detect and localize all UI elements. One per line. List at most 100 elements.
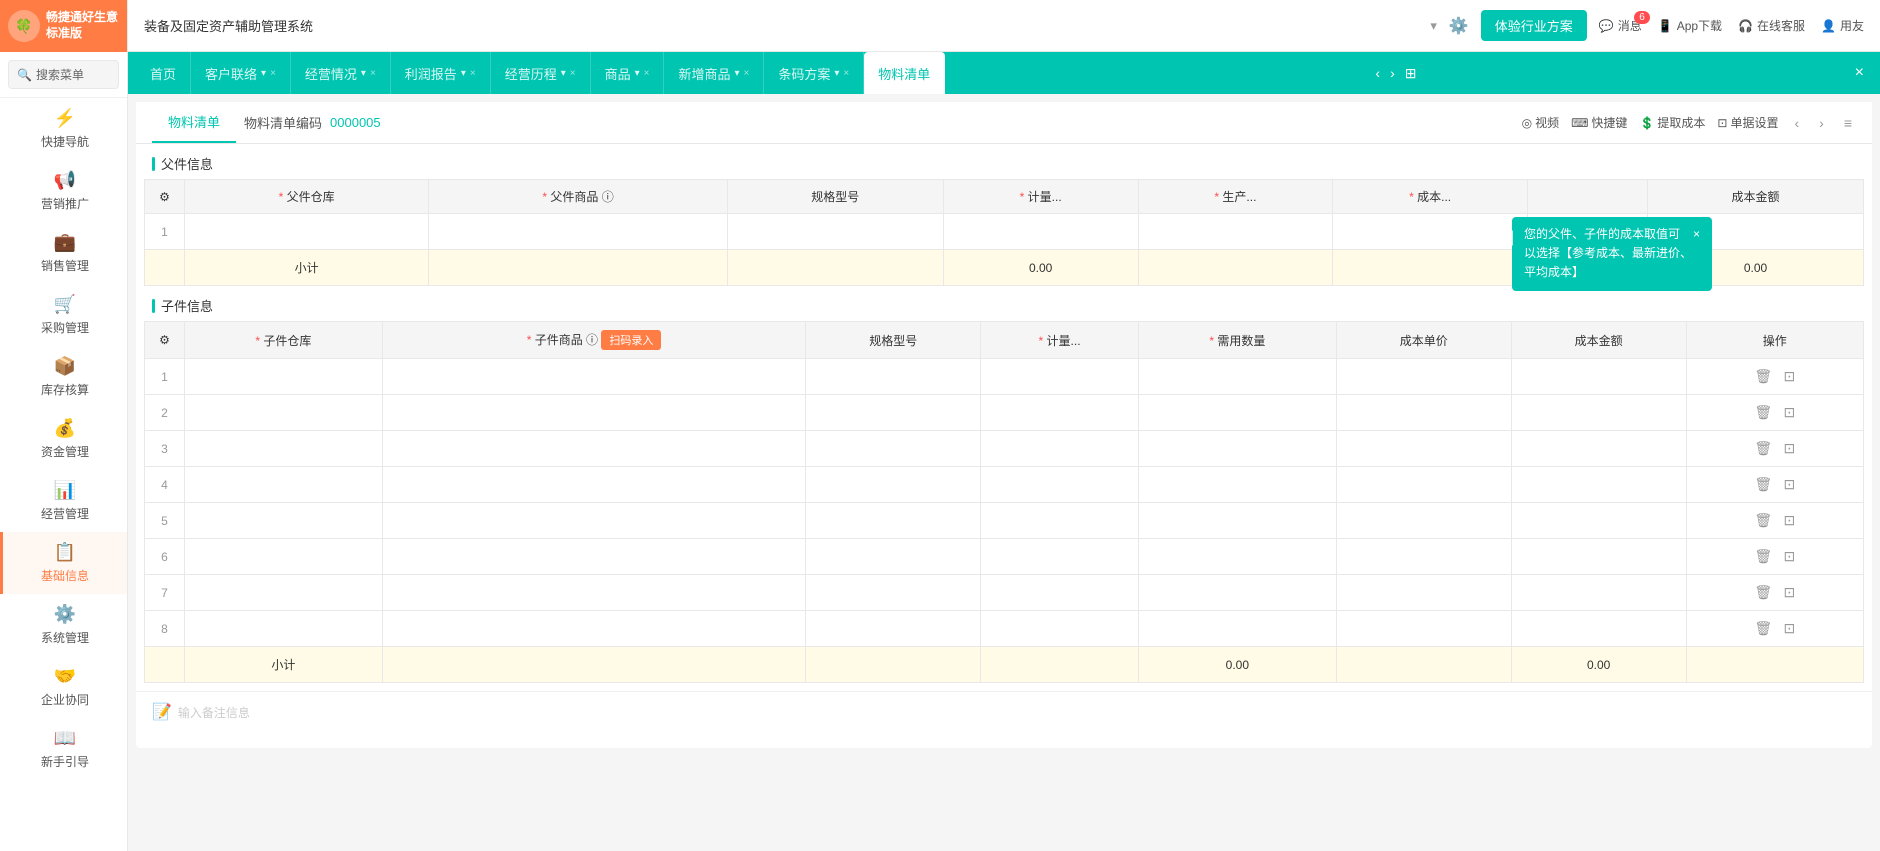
sidebar-item-enterprise[interactable]: 🤝 企业协同 [0, 656, 127, 718]
tab-history-close[interactable]: × [570, 68, 576, 79]
tab-bom[interactable]: 物料清单 [864, 52, 945, 94]
tooltip-close-button[interactable]: × [1693, 225, 1700, 244]
close-tab-button[interactable]: × [1847, 64, 1872, 82]
tab-barcode-close[interactable]: × [843, 68, 849, 79]
child-row-2-unit[interactable] [981, 395, 1139, 431]
child-row-2-unit-cost[interactable] [1336, 395, 1511, 431]
child-row-6-warehouse[interactable] [185, 539, 383, 575]
child-row-3-goods[interactable] [382, 431, 805, 467]
child-row-5-delete-btn[interactable]: 🗑 [1750, 510, 1776, 531]
parent-row-1-goods[interactable] [429, 214, 728, 250]
child-row-5-spec[interactable] [806, 503, 981, 539]
search-menu-button[interactable]: 🔍 搜索菜单 [8, 60, 119, 89]
action-view[interactable]: ◎ 视频 [1522, 114, 1560, 131]
child-row-7-unit[interactable] [981, 575, 1139, 611]
child-row-7-goods[interactable] [382, 575, 805, 611]
child-row-6-delete-btn[interactable]: 🗑 [1750, 546, 1776, 567]
child-row-1-unit-cost[interactable] [1336, 359, 1511, 395]
child-row-2-copy-btn[interactable]: ⊡ [1780, 402, 1800, 423]
parent-row-1-warehouse[interactable] [185, 214, 429, 250]
sub-action-grid[interactable]: ≡ [1840, 113, 1856, 133]
action-cost[interactable]: 💲 提取成本 [1639, 114, 1705, 131]
action-shortcut[interactable]: ⌨ 快捷键 [1571, 114, 1627, 131]
child-row-2-quantity[interactable] [1138, 395, 1336, 431]
parent-row-1-production[interactable] [1138, 214, 1333, 250]
sidebar-item-system[interactable]: ⚙️ 系统管理 [0, 594, 127, 656]
child-row-3-delete-btn[interactable]: 🗑 [1750, 438, 1776, 459]
child-row-1-copy-btn[interactable]: ⊡ [1780, 366, 1800, 387]
parent-row-1-spec[interactable] [727, 214, 943, 250]
child-row-1-spec[interactable] [806, 359, 981, 395]
child-row-3-spec[interactable] [806, 431, 981, 467]
child-row-2-delete-btn[interactable]: 🗑 [1750, 402, 1776, 423]
child-row-8-goods[interactable] [382, 611, 805, 647]
sidebar-item-finance[interactable]: 💰 资金管理 [0, 408, 127, 470]
child-row-3-unit-cost[interactable] [1336, 431, 1511, 467]
action-single-settings[interactable]: ⊡ 单据设置 [1717, 114, 1778, 131]
child-row-7-spec[interactable] [806, 575, 981, 611]
child-row-6-copy-btn[interactable]: ⊡ [1780, 546, 1800, 567]
sidebar-item-purchase[interactable]: 🛒 采购管理 [0, 284, 127, 346]
sidebar-item-operations[interactable]: 📊 经营管理 [0, 470, 127, 532]
tab-operations-close[interactable]: × [370, 68, 376, 79]
settings-icon[interactable]: ⚙️ [1449, 16, 1469, 36]
parent-row-1-unit[interactable] [943, 214, 1138, 250]
child-row-4-unit[interactable] [981, 467, 1139, 503]
child-row-1-quantity[interactable] [1138, 359, 1336, 395]
tab-new-goods[interactable]: 新增商品 ▾ × [664, 52, 764, 94]
sidebar-item-quick-nav[interactable]: ⚡ 快捷导航 [0, 98, 127, 160]
child-row-1-goods[interactable] [382, 359, 805, 395]
app-download-button[interactable]: 📱 App下载 [1658, 17, 1722, 34]
child-row-6-quantity[interactable] [1138, 539, 1336, 575]
child-row-1-delete-btn[interactable]: 🗑 [1750, 366, 1776, 387]
child-row-8-delete-btn[interactable]: 🗑 [1750, 618, 1776, 639]
child-row-7-warehouse[interactable] [185, 575, 383, 611]
child-row-7-unit-cost[interactable] [1336, 575, 1511, 611]
tab-customers[interactable]: 客户联络 ▾ × [191, 52, 291, 94]
child-row-4-copy-btn[interactable]: ⊡ [1780, 474, 1800, 495]
child-row-7-quantity[interactable] [1138, 575, 1336, 611]
tab-customers-close[interactable]: × [270, 68, 276, 79]
child-row-8-copy-btn[interactable]: ⊡ [1780, 618, 1800, 639]
child-row-5-quantity[interactable] [1138, 503, 1336, 539]
tab-history[interactable]: 经营历程 ▾ × [491, 52, 591, 94]
tab-goods[interactable]: 商品 ▾ × [591, 52, 665, 94]
user-button[interactable]: 👤 用友 [1821, 17, 1864, 34]
tab-goods-close[interactable]: × [644, 68, 650, 79]
child-row-6-spec[interactable] [806, 539, 981, 575]
child-row-1-unit[interactable] [981, 359, 1139, 395]
sidebar-item-inventory[interactable]: 📦 库存核算 [0, 346, 127, 408]
child-row-2-spec[interactable] [806, 395, 981, 431]
sidebar-item-sales[interactable]: 💼 销售管理 [0, 222, 127, 284]
child-row-4-quantity[interactable] [1138, 467, 1336, 503]
child-row-2-warehouse[interactable] [185, 395, 383, 431]
child-row-6-unit[interactable] [981, 539, 1139, 575]
nav-next-button[interactable]: › [1386, 63, 1399, 83]
sub-action-next[interactable]: › [1815, 113, 1828, 133]
tab-operations[interactable]: 经营情况 ▾ × [291, 52, 391, 94]
child-row-3-quantity[interactable] [1138, 431, 1336, 467]
child-row-8-quantity[interactable] [1138, 611, 1336, 647]
child-row-4-delete-btn[interactable]: 🗑 [1750, 474, 1776, 495]
child-row-3-copy-btn[interactable]: ⊡ [1780, 438, 1800, 459]
child-row-4-unit-cost[interactable] [1336, 467, 1511, 503]
child-row-8-warehouse[interactable] [185, 611, 383, 647]
trial-button[interactable]: 体验行业方案 [1481, 10, 1587, 41]
child-row-8-unit[interactable] [981, 611, 1139, 647]
child-row-8-unit-cost[interactable] [1336, 611, 1511, 647]
child-row-4-spec[interactable] [806, 467, 981, 503]
child-row-6-goods[interactable] [382, 539, 805, 575]
online-service-button[interactable]: 🎧 在线客服 [1738, 17, 1805, 34]
sidebar-item-guide[interactable]: 📖 新手引导 [0, 718, 127, 780]
child-row-3-warehouse[interactable] [185, 431, 383, 467]
child-row-7-copy-btn[interactable]: ⊡ [1780, 582, 1800, 603]
child-row-1-warehouse[interactable] [185, 359, 383, 395]
tab-profit-close[interactable]: × [470, 68, 476, 79]
tab-barcode[interactable]: 条码方案 ▾ × [764, 52, 864, 94]
message-button[interactable]: 💬 消息 6 [1599, 17, 1642, 34]
child-row-5-unit[interactable] [981, 503, 1139, 539]
sidebar-item-marketing[interactable]: 📢 营销推广 [0, 160, 127, 222]
parent-th-settings[interactable]: ⚙ [145, 180, 185, 214]
nav-grid-button[interactable]: ⊞ [1401, 63, 1421, 84]
sidebar-item-basic-info[interactable]: 📋 基础信息 [0, 532, 127, 594]
